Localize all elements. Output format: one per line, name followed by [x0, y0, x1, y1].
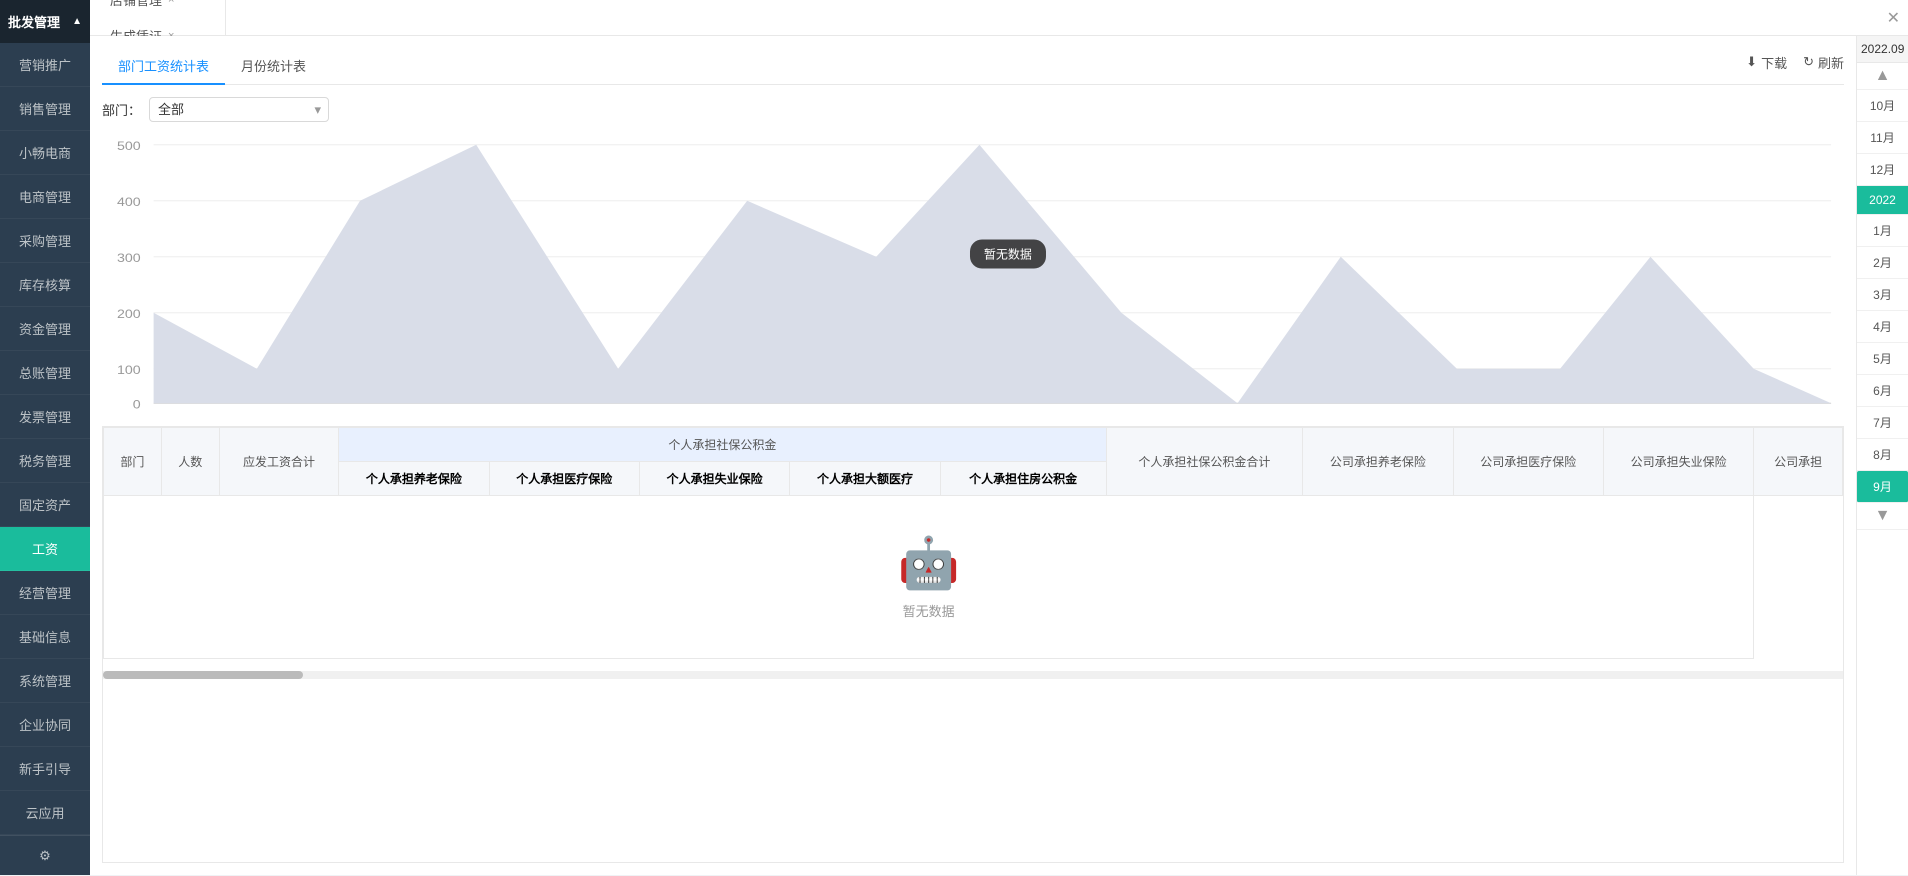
content-area: 部门工资统计表 月份统计表 ⬇ 下载 ↻ 刷新 部门： [90, 36, 1908, 875]
scroll-thumb[interactable] [103, 671, 303, 679]
main-area: 首页门店商品目录×销售单×店铺管理×生成凭证×应收应付调整单×工资表×工资统计报… [90, 0, 1908, 875]
chart-no-data-tooltip: 暂无数据 [970, 240, 1046, 269]
chart-area: 500 400 300 200 100 0 暂无数据 [102, 134, 1844, 414]
sidebar-item-1[interactable]: 销售管理 [0, 87, 90, 131]
col-personal-group: 个人承担社保公积金 [339, 428, 1106, 462]
cal-month-4[interactable]: 4月 [1857, 311, 1908, 343]
calendar-year-label[interactable]: 2022.09 [1857, 36, 1908, 63]
sidebar: 批发管理 ▲ 营销推广销售管理小畅电商电商管理采购管理库存核算资金管理总账管理发… [0, 0, 90, 875]
cal-month-6[interactable]: 6月 [1857, 375, 1908, 407]
sidebar-item-12[interactable]: 经营管理 [0, 571, 90, 615]
sidebar-item-10[interactable]: 固定资产 [0, 483, 90, 527]
sub-tab-dept[interactable]: 部门工资统计表 [102, 48, 225, 85]
table-wrapper[interactable]: 部门 人数 应发工资合计 个人承担社保公积金 个人承担社保公积金合计 公司承担养… [102, 426, 1844, 863]
sidebar-header[interactable]: 批发管理 ▲ [0, 0, 90, 43]
sidebar-item-5[interactable]: 库存核算 [0, 263, 90, 307]
cal-month-5[interactable]: 5月 [1857, 343, 1908, 375]
main-panel: 部门工资统计表 月份统计表 ⬇ 下载 ↻ 刷新 部门： [90, 36, 1856, 875]
sidebar-items: 营销推广销售管理小畅电商电商管理采购管理库存核算资金管理总账管理发票管理税务管理… [0, 43, 90, 835]
cal-year-2022[interactable]: 2022 [1857, 186, 1908, 215]
download-icon: ⬇ [1746, 54, 1757, 70]
sidebar-item-6[interactable]: 资金管理 [0, 307, 90, 351]
horizontal-scrollbar[interactable] [103, 671, 1843, 679]
col-personal-unemployment: 个人承担失业保险 [639, 462, 789, 496]
cal-month-12[interactable]: 12月 [1857, 154, 1908, 186]
col-count: 人数 [161, 428, 219, 496]
sidebar-settings[interactable]: ⚙ [0, 835, 90, 876]
sidebar-item-4[interactable]: 采购管理 [0, 219, 90, 263]
sidebar-item-13[interactable]: 基础信息 [0, 615, 90, 659]
dept-select[interactable]: 全部 [149, 97, 329, 122]
tab-3[interactable]: 店铺管理 × [98, 0, 226, 18]
col-personal-major-medical: 个人承担大额医疗 [790, 462, 940, 496]
col-personal-housing: 个人承担住房公积金 [940, 462, 1106, 496]
calendar-panel: 2022.09 ▲ 10月 11月 12月 2022 1月 2月 3月 4月 5… [1856, 36, 1908, 875]
empty-state: 🤖 暂无数据 [114, 504, 1743, 650]
close-all-icon: ✕ [1887, 8, 1900, 28]
dept-filter-label: 部门： [102, 100, 141, 119]
wage-chart: 500 400 300 200 100 0 [102, 134, 1844, 414]
svg-text:100: 100 [117, 363, 141, 377]
col-personal-pension: 个人承担养老保险 [339, 462, 489, 496]
col-company-unemployment: 公司承担失业保险 [1603, 428, 1753, 496]
sidebar-item-9[interactable]: 税务管理 [0, 439, 90, 483]
close-all-tabs-button[interactable]: ✕ [1887, 8, 1900, 28]
dept-filter: 部门： 全部 [102, 97, 329, 122]
refresh-icon: ↻ [1803, 54, 1814, 70]
tab-bar: 首页门店商品目录×销售单×店铺管理×生成凭证×应收应付调整单×工资表×工资统计报… [90, 0, 1908, 36]
col-total-wage: 应发工资合计 [219, 428, 339, 496]
col-company-pension: 公司承担养老保险 [1303, 428, 1453, 496]
cal-month-10[interactable]: 10月 [1857, 90, 1908, 122]
cal-month-9[interactable]: 9月 [1857, 471, 1908, 503]
cal-month-2[interactable]: 2月 [1857, 247, 1908, 279]
sub-tab-month[interactable]: 月份统计表 [225, 48, 322, 85]
svg-text:200: 200 [117, 307, 141, 321]
cal-month-3[interactable]: 3月 [1857, 279, 1908, 311]
sidebar-title: 批发管理 [8, 12, 60, 31]
sidebar-item-11[interactable]: 工资 [0, 527, 90, 571]
col-personal-total: 个人承担社保公积金合计 [1106, 428, 1303, 496]
cal-month-7[interactable]: 7月 [1857, 407, 1908, 439]
svg-text:400: 400 [117, 195, 141, 209]
empty-robot-icon: 🤖 [898, 534, 960, 593]
tab-label-3: 店铺管理 [110, 0, 162, 9]
download-button[interactable]: ⬇ 下载 [1746, 53, 1787, 72]
sidebar-item-15[interactable]: 企业协同 [0, 703, 90, 747]
filter-toolbar: 部门： 全部 [102, 97, 1844, 122]
table-empty-cell: 🤖 暂无数据 [104, 496, 1754, 659]
sidebar-item-8[interactable]: 发票管理 [0, 395, 90, 439]
col-company-medical: 公司承担医疗保险 [1453, 428, 1603, 496]
sidebar-item-16[interactable]: 新手引导 [0, 747, 90, 791]
sidebar-arrow-icon: ▲ [72, 16, 82, 27]
sidebar-item-0[interactable]: 营销推广 [0, 43, 90, 87]
col-dept: 部门 [104, 428, 162, 496]
col-company-other: 公司承担 [1754, 428, 1843, 496]
sidebar-item-14[interactable]: 系统管理 [0, 659, 90, 703]
dept-select-wrapper: 全部 [149, 97, 329, 122]
wage-table: 部门 人数 应发工资合计 个人承担社保公积金 个人承担社保公积金合计 公司承担养… [103, 427, 1843, 659]
sidebar-item-7[interactable]: 总账管理 [0, 351, 90, 395]
calendar-nav-up[interactable]: ▲ [1857, 63, 1908, 90]
sidebar-item-3[interactable]: 电商管理 [0, 175, 90, 219]
svg-text:300: 300 [117, 251, 141, 265]
col-personal-medical: 个人承担医疗保险 [489, 462, 639, 496]
svg-text:500: 500 [117, 139, 141, 153]
sidebar-item-17[interactable]: 云应用 [0, 791, 90, 835]
refresh-button[interactable]: ↻ 刷新 [1803, 53, 1844, 72]
cal-month-11[interactable]: 11月 [1857, 122, 1908, 154]
tab-close-3[interactable]: × [168, 0, 174, 6]
table-empty-text: 暂无数据 [903, 601, 955, 620]
svg-text:0: 0 [133, 398, 141, 412]
cal-month-1[interactable]: 1月 [1857, 215, 1908, 247]
cal-month-8[interactable]: 8月 [1857, 439, 1908, 471]
calendar-nav-down[interactable]: ▼ [1857, 503, 1908, 530]
sub-tab-bar: 部门工资统计表 月份统计表 ⬇ 下载 ↻ 刷新 [102, 48, 1844, 85]
sidebar-item-2[interactable]: 小畅电商 [0, 131, 90, 175]
